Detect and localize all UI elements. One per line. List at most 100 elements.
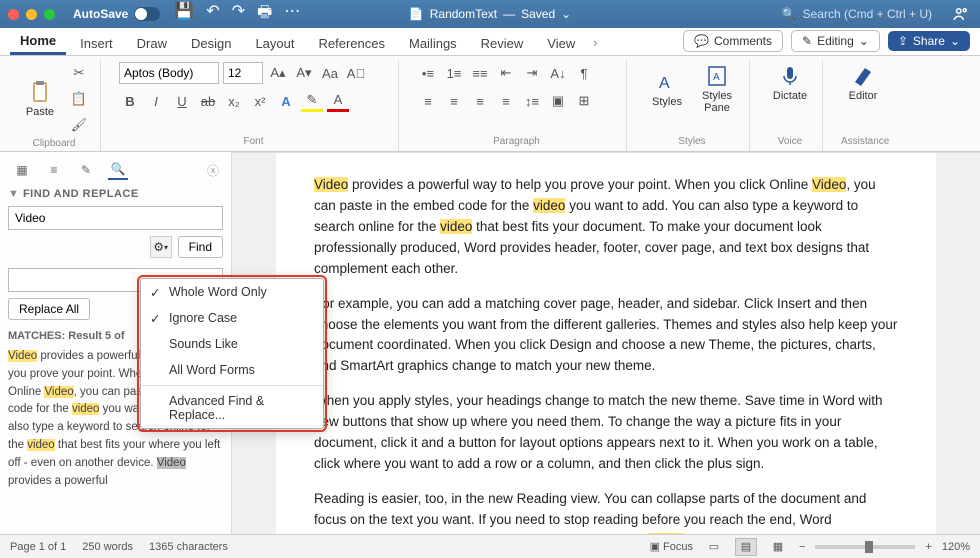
autosave-switch-icon[interactable] xyxy=(134,7,160,21)
paragraph[interactable]: Video provides a powerful way to help yo… xyxy=(314,175,898,280)
mic-icon xyxy=(778,64,802,88)
redo-icon[interactable]: ↷ xyxy=(232,1,245,28)
superscript-icon[interactable]: x² xyxy=(249,90,271,112)
dictate-button[interactable]: Dictate xyxy=(768,62,812,104)
tab-references[interactable]: References xyxy=(309,31,395,55)
borders-icon[interactable]: ⊞ xyxy=(573,90,595,112)
align-right-icon[interactable]: ≡ xyxy=(469,90,491,112)
editor-button[interactable]: Editor xyxy=(841,62,885,104)
option-sounds-like[interactable]: Sounds Like xyxy=(141,331,323,357)
bullet-list-icon[interactable]: •≡ xyxy=(417,62,439,84)
close-pane-icon[interactable]: ⓧ xyxy=(207,162,219,179)
search-field[interactable]: 🔍 Search (Cmd + Ctrl + U) xyxy=(782,7,932,21)
shading-icon[interactable]: ▣ xyxy=(547,90,569,112)
close-window-icon[interactable] xyxy=(8,9,19,20)
comments-button[interactable]: 💬 Comments xyxy=(683,30,783,52)
collaborate-icon[interactable] xyxy=(950,3,972,25)
thumbnails-icon[interactable]: ▦ xyxy=(12,160,32,180)
strikethrough-icon[interactable]: ab xyxy=(197,90,219,112)
justify-icon[interactable]: ≡ xyxy=(495,90,517,112)
document-title[interactable]: 📄 RandomText — Saved ⌄ xyxy=(409,7,571,21)
copy-icon[interactable]: 📋 xyxy=(68,88,90,110)
web-layout-icon[interactable]: ▦ xyxy=(767,538,789,556)
number-list-icon[interactable]: 1≡ xyxy=(443,62,465,84)
paste-button[interactable]: Paste xyxy=(18,78,62,120)
show-marks-icon[interactable]: ¶ xyxy=(573,62,595,84)
find-input[interactable] xyxy=(8,206,223,230)
align-center-icon[interactable]: ≡ xyxy=(443,90,465,112)
font-name-select[interactable] xyxy=(119,62,219,84)
gear-icon: ⚙ xyxy=(153,240,164,254)
ribbon-tabs: Home Insert Draw Design Layout Reference… xyxy=(0,28,980,56)
find-replace-header[interactable]: FIND AND REPLACE xyxy=(8,188,223,200)
tab-review[interactable]: Review xyxy=(471,31,534,55)
char-count[interactable]: 1365 characters xyxy=(149,541,228,553)
styles-button[interactable]: A Styles xyxy=(645,68,689,110)
undo-icon[interactable]: ↶ xyxy=(206,1,219,28)
tab-layout[interactable]: Layout xyxy=(245,31,304,55)
format-painter-icon[interactable]: 🖌 xyxy=(68,114,90,136)
more-icon[interactable]: ⋯ xyxy=(284,1,300,28)
sort-icon[interactable]: A↓ xyxy=(547,62,569,84)
cut-icon[interactable]: ✂ xyxy=(68,62,90,84)
replace-all-button[interactable]: Replace All xyxy=(8,298,90,320)
font-size-select[interactable] xyxy=(223,62,263,84)
save-icon[interactable]: 💾 xyxy=(174,1,194,28)
find-icon[interactable]: 🔍 xyxy=(108,160,128,180)
print-layout-icon[interactable]: ▤ xyxy=(735,538,757,556)
zoom-out-icon[interactable]: − xyxy=(799,541,805,553)
tab-insert[interactable]: Insert xyxy=(70,31,123,55)
option-whole-word[interactable]: Whole Word Only xyxy=(141,279,323,305)
autosave-toggle[interactable]: AutoSave xyxy=(73,7,160,21)
advanced-find-replace[interactable]: Advanced Find & Replace... xyxy=(141,388,323,428)
increase-indent-icon[interactable]: ⇥ xyxy=(521,62,543,84)
tab-mailings[interactable]: Mailings xyxy=(399,31,467,55)
horizontal-ruler[interactable] xyxy=(232,152,980,153)
subscript-icon[interactable]: x₂ xyxy=(223,90,245,112)
minimize-window-icon[interactable] xyxy=(26,9,37,20)
multilevel-list-icon[interactable]: ≡≡ xyxy=(469,62,491,84)
review-icon[interactable]: ✎ xyxy=(76,160,96,180)
headings-icon[interactable]: ≡ xyxy=(44,160,64,180)
maximize-window-icon[interactable] xyxy=(44,9,55,20)
focus-mode-button[interactable]: ▣ Focus xyxy=(650,540,693,553)
change-case-icon[interactable]: Aa xyxy=(319,62,341,84)
decrease-indent-icon[interactable]: ⇤ xyxy=(495,62,517,84)
zoom-in-icon[interactable]: + xyxy=(925,541,931,553)
bold-icon[interactable]: B xyxy=(119,90,141,112)
font-color-icon[interactable]: A xyxy=(327,90,349,112)
paragraph[interactable]: For example, you can add a matching cove… xyxy=(314,294,898,378)
document-page[interactable]: Video provides a powerful way to help yo… xyxy=(276,153,936,534)
styles-pane-button[interactable]: A Styles Pane xyxy=(695,62,739,116)
paragraph[interactable]: When you apply styles, your headings cha… xyxy=(314,391,898,475)
zoom-slider[interactable] xyxy=(815,545,915,549)
text-effect-icon[interactable]: A xyxy=(275,90,297,112)
word-count[interactable]: 250 words xyxy=(82,541,133,553)
increase-font-icon[interactable]: A▴ xyxy=(267,62,289,84)
align-left-icon[interactable]: ≡ xyxy=(417,90,439,112)
page-count[interactable]: Page 1 of 1 xyxy=(10,541,66,553)
option-ignore-case[interactable]: Ignore Case xyxy=(141,305,323,331)
decrease-font-icon[interactable]: A▾ xyxy=(293,62,315,84)
line-spacing-icon[interactable]: ↕≡ xyxy=(521,90,543,112)
tab-home[interactable]: Home xyxy=(10,28,66,55)
share-button[interactable]: ⇪ Share ⌄ xyxy=(888,31,970,51)
italic-icon[interactable]: I xyxy=(145,90,167,112)
zoom-level[interactable]: 120% xyxy=(942,541,970,553)
find-button[interactable]: Find xyxy=(178,236,223,258)
status-bar: Page 1 of 1 250 words 1365 characters ▣ … xyxy=(0,534,980,558)
tabs-overflow-icon[interactable]: › xyxy=(589,30,601,55)
editing-button[interactable]: ✎ Editing ⌄ xyxy=(791,30,880,52)
underline-icon[interactable]: U xyxy=(171,90,193,112)
find-options-button[interactable]: ⚙▾ xyxy=(150,236,172,258)
tab-view[interactable]: View xyxy=(537,31,585,55)
option-all-word-forms[interactable]: All Word Forms xyxy=(141,357,323,383)
paragraph[interactable]: Reading is easier, too, in the new Readi… xyxy=(314,489,898,534)
tab-design[interactable]: Design xyxy=(181,31,241,55)
print-icon[interactable]: 🖶 xyxy=(257,1,272,28)
tab-draw[interactable]: Draw xyxy=(127,31,177,55)
doc-name: RandomText xyxy=(430,7,497,21)
clear-format-icon[interactable]: A⃠ xyxy=(345,62,367,84)
read-mode-icon[interactable]: ▭ xyxy=(703,538,725,556)
highlight-icon[interactable]: ✎ xyxy=(301,90,323,112)
